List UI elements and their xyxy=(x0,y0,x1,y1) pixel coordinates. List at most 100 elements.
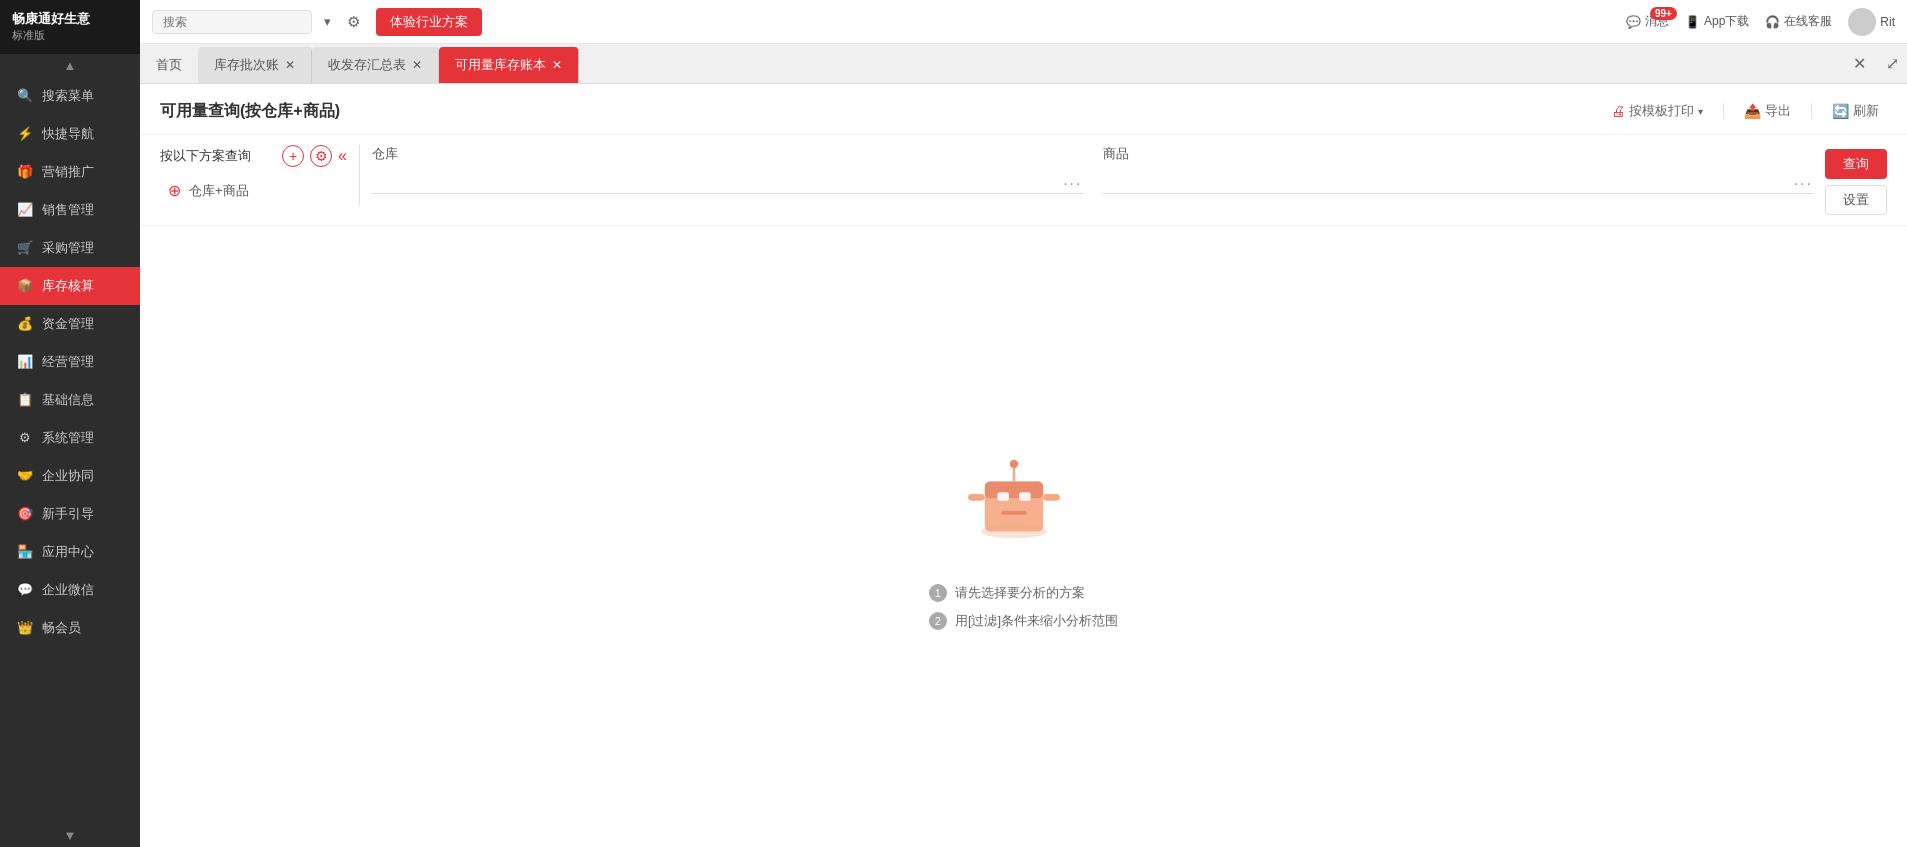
tab-expand-button[interactable]: ⤢ xyxy=(1878,50,1907,77)
svg-rect-7 xyxy=(1043,494,1060,501)
topbar-chevron-icon[interactable]: ▾ xyxy=(320,10,335,33)
step-1-text: 请先选择要分析的方案 xyxy=(955,584,1085,602)
filter-header: 按以下方案查询 + ⚙ « xyxy=(160,145,347,167)
sidebar-header: 畅康通好生意 标准版 xyxy=(0,0,140,54)
sidebar-item-newbie[interactable]: 🎯 新手引导 xyxy=(0,495,140,533)
query-button[interactable]: 查询 xyxy=(1825,149,1887,179)
svg-point-9 xyxy=(1009,459,1017,467)
sidebar-item-wechat[interactable]: 💬 企业微信 xyxy=(0,571,140,609)
user-name: Rit xyxy=(1880,15,1895,29)
sidebar-scroll-down[interactable]: ▼ xyxy=(0,824,140,847)
sidebar-item-label: 营销推广 xyxy=(42,163,94,181)
app-download-icon: 📱 xyxy=(1685,15,1700,29)
sidebar-item-purchase[interactable]: 🛒 采购管理 xyxy=(0,229,140,267)
sidebar-item-operation[interactable]: 📊 经营管理 xyxy=(0,343,140,381)
tab-bar: 首页 库存批次账 ✕ 收发存汇总表 ✕ 可用量库存账本 ✕ ✕ ⤢ xyxy=(140,44,1907,84)
tab-batch-ledger-close[interactable]: ✕ xyxy=(285,58,295,72)
page-header: 可用量查询(按仓库+商品) 🖨 按模板打印 ▾ 📤 导出 🔄 刷新 xyxy=(140,84,1907,135)
app-version: 标准版 xyxy=(12,28,128,43)
warehouse-input[interactable] xyxy=(372,173,1057,188)
sidebar-item-shortcut[interactable]: ⚡ 快捷导航 xyxy=(0,115,140,153)
print-icon: 🖨 xyxy=(1611,103,1625,119)
product-field: 商品 ... xyxy=(1103,145,1814,194)
sidebar-scroll-up[interactable]: ▲ xyxy=(0,54,140,77)
svg-rect-5 xyxy=(1001,510,1026,514)
purchase-icon: 🛒 xyxy=(16,239,34,257)
export-icon: 📤 xyxy=(1744,103,1761,119)
member-icon: 👑 xyxy=(16,619,34,637)
product-input[interactable] xyxy=(1103,173,1788,188)
sidebar-item-label: 搜索菜单 xyxy=(42,87,94,105)
sidebar-item-label: 经营管理 xyxy=(42,353,94,371)
refresh-button[interactable]: 🔄 刷新 xyxy=(1824,98,1887,124)
action-divider-2 xyxy=(1811,103,1812,119)
sidebar-item-label: 企业微信 xyxy=(42,581,94,599)
page-header-actions: 🖨 按模板打印 ▾ 📤 导出 🔄 刷新 xyxy=(1603,98,1887,124)
sidebar-item-label: 新手引导 xyxy=(42,505,94,523)
export-button[interactable]: 📤 导出 xyxy=(1736,98,1799,124)
sidebar-item-finance[interactable]: 💰 资金管理 xyxy=(0,305,140,343)
tab-available-ledger-label: 可用量库存账本 xyxy=(455,56,546,74)
filter-add-button[interactable]: + xyxy=(282,145,304,167)
basic-icon: 📋 xyxy=(16,391,34,409)
add-icon: + xyxy=(289,148,297,164)
sidebar-item-inventory[interactable]: 📦 库存核算 xyxy=(0,267,140,305)
print-chevron-icon[interactable]: ▾ xyxy=(1698,106,1703,117)
topbar-app-download[interactable]: 📱 App下载 xyxy=(1685,13,1749,30)
filter-collapse-icon[interactable]: « xyxy=(338,147,347,165)
sidebar-item-label: 基础信息 xyxy=(42,391,94,409)
message-icon: 💬 xyxy=(1626,15,1641,29)
shortcut-icon: ⚡ xyxy=(16,125,34,143)
service-label: 在线客服 xyxy=(1784,13,1832,30)
empty-step-1: 1 请先选择要分析的方案 xyxy=(929,584,1118,602)
sidebar-item-marketing[interactable]: 🎁 营销推广 xyxy=(0,153,140,191)
tab-inventory-summary-close[interactable]: ✕ xyxy=(412,58,422,72)
sidebar-item-label: 企业协同 xyxy=(42,467,94,485)
product-label: 商品 xyxy=(1103,145,1814,163)
sidebar-item-appstore[interactable]: 🏪 应用中心 xyxy=(0,533,140,571)
topbar-search-input[interactable] xyxy=(152,10,312,34)
topbar-user[interactable]: Rit xyxy=(1848,8,1895,36)
sidebar-item-enterprise[interactable]: 🤝 企业协同 xyxy=(0,457,140,495)
tab-close-all-button[interactable]: ✕ xyxy=(1845,50,1874,77)
sidebar: 畅康通好生意 标准版 ▲ 🔍 搜索菜单 ⚡ 快捷导航 🎁 营销推广 📈 销售管理… xyxy=(0,0,140,847)
product-input-wrap: ... xyxy=(1103,167,1814,194)
sidebar-item-sales[interactable]: 📈 销售管理 xyxy=(0,191,140,229)
print-template-button[interactable]: 🖨 按模板打印 ▾ xyxy=(1603,98,1711,124)
empty-robot-icon xyxy=(964,444,1064,544)
avatar xyxy=(1848,8,1876,36)
tab-available-ledger-close[interactable]: ✕ xyxy=(552,58,562,72)
empty-illustration xyxy=(964,444,1084,564)
page-title: 可用量查询(按仓库+商品) xyxy=(160,101,340,122)
topbar-right: 💬 消息 99+ 📱 App下载 🎧 在线客服 Rit xyxy=(1626,8,1895,36)
sidebar-menu: 🔍 搜索菜单 ⚡ 快捷导航 🎁 营销推广 📈 销售管理 🛒 采购管理 📦 库存核… xyxy=(0,77,140,824)
topbar-online-service[interactable]: 🎧 在线客服 xyxy=(1765,13,1832,30)
empty-step-2: 2 用[过滤]条件来缩小分析范围 xyxy=(929,612,1118,630)
warehouse-field: 仓库 ... xyxy=(372,145,1083,194)
sidebar-item-label: 应用中心 xyxy=(42,543,94,561)
step-2-number: 2 xyxy=(929,612,947,630)
product-dots-button[interactable]: ... xyxy=(1794,171,1813,189)
topbar-gear-icon[interactable]: ⚙ xyxy=(343,9,364,35)
filter-scheme-item[interactable]: ⊕ 仓库+商品 xyxy=(160,175,347,206)
sidebar-item-label: 系统管理 xyxy=(42,429,94,447)
tab-batch-ledger-label: 库存批次账 xyxy=(214,56,279,74)
tab-home[interactable]: 首页 xyxy=(140,47,198,83)
sales-icon: 📈 xyxy=(16,201,34,219)
sidebar-item-basic[interactable]: 📋 基础信息 xyxy=(0,381,140,419)
step-1-number: 1 xyxy=(929,584,947,602)
filter-settings-button[interactable]: ⚙ xyxy=(310,145,332,167)
main-content: ▾ ⚙ 体验行业方案 💬 消息 99+ 📱 App下载 🎧 在线客服 Rit xyxy=(140,0,1907,847)
sidebar-item-search[interactable]: 🔍 搜索菜单 xyxy=(0,77,140,115)
settings-button[interactable]: 设置 xyxy=(1825,185,1887,215)
warehouse-dots-button[interactable]: ... xyxy=(1063,171,1082,189)
tab-batch-ledger[interactable]: 库存批次账 ✕ xyxy=(198,47,312,83)
sidebar-item-system[interactable]: ⚙ 系统管理 xyxy=(0,419,140,457)
sidebar-item-label: 库存核算 xyxy=(42,277,94,295)
industry-solution-button[interactable]: 体验行业方案 xyxy=(376,8,482,36)
print-label: 按模板打印 xyxy=(1629,102,1694,120)
tab-inventory-summary[interactable]: 收发存汇总表 ✕ xyxy=(312,47,439,83)
tab-available-ledger[interactable]: 可用量库存账本 ✕ xyxy=(439,47,579,83)
sidebar-item-member[interactable]: 👑 畅会员 xyxy=(0,609,140,647)
topbar-message[interactable]: 💬 消息 99+ xyxy=(1626,13,1669,30)
